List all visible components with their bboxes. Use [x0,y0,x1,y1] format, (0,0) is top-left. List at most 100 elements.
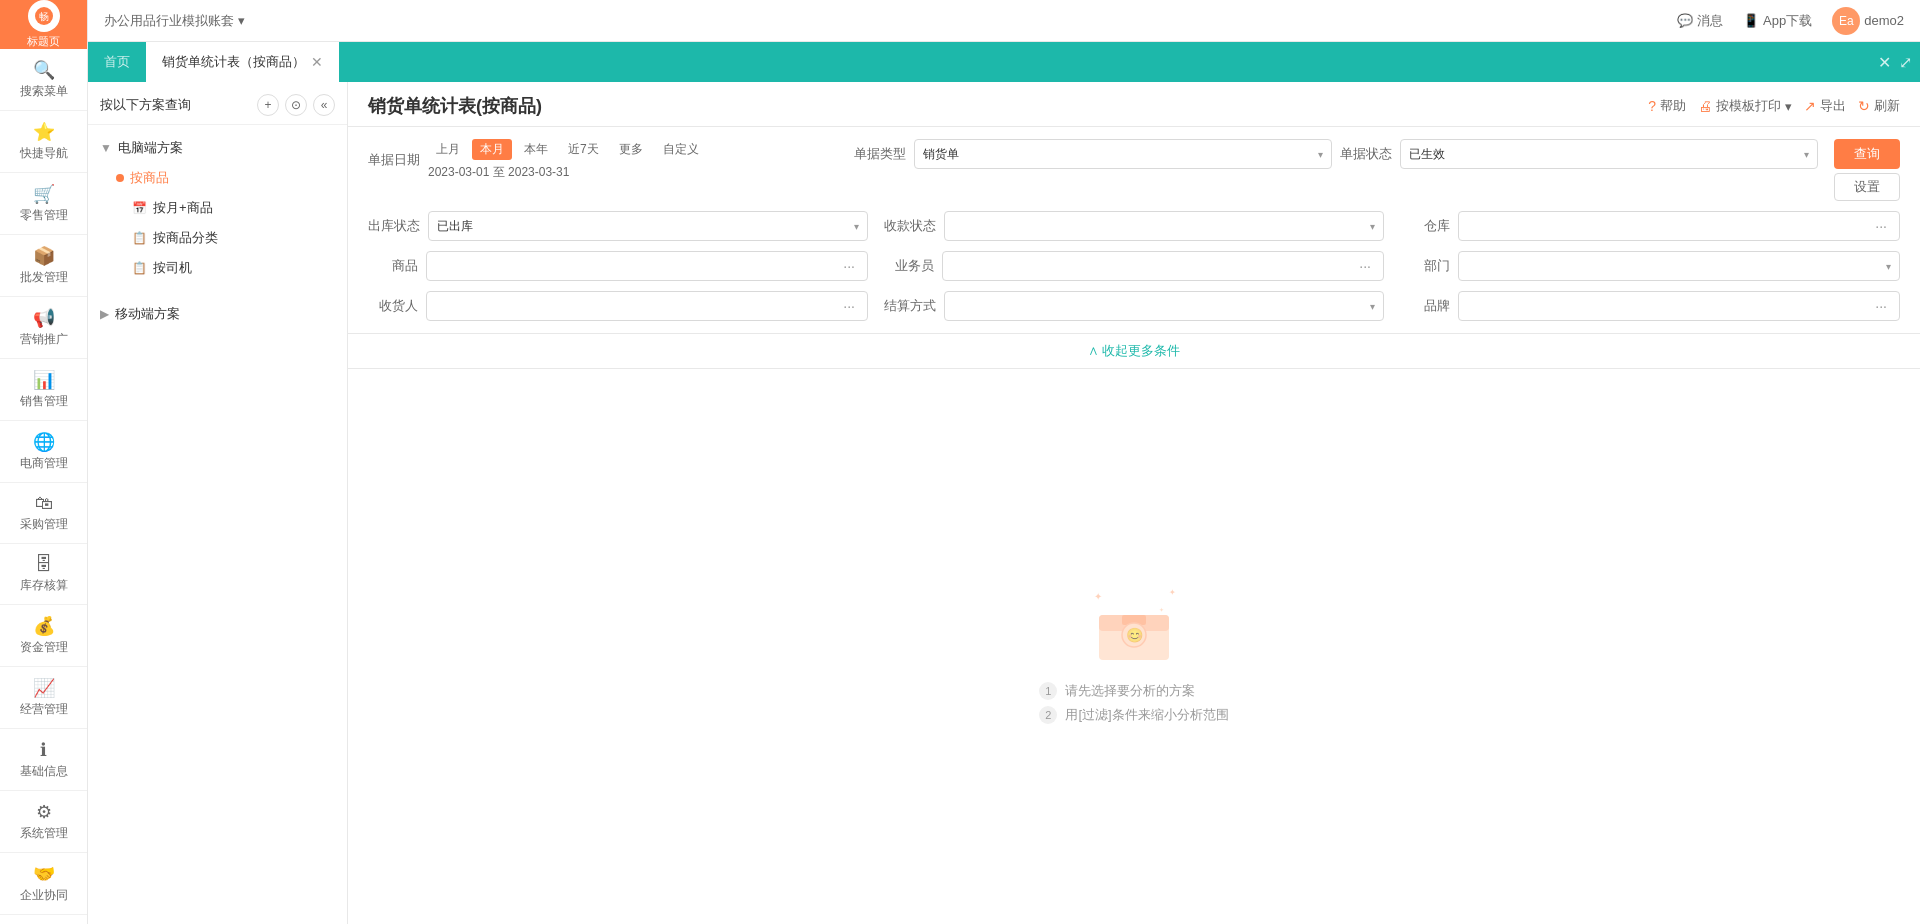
tree-mobile-label: 移动端方案 [115,305,180,323]
sidebar-item-enterprise-label: 企业协同 [20,888,68,902]
message-btn[interactable]: 💬 消息 [1677,12,1723,30]
sidebar-item-search-label: 搜索菜单 [20,84,68,98]
warehouse-input[interactable]: ··· [1458,211,1900,241]
filter-edit-btn[interactable]: ⊙ [285,94,307,116]
sidebar-item-shortcut[interactable]: ⭐ 快捷导航 [0,111,87,173]
user-profile[interactable]: Ea demo2 [1832,7,1904,35]
app-download-btn[interactable]: 📱 App下载 [1743,12,1812,30]
sidebar-item-guide[interactable]: 📋 新手引导 [0,915,87,924]
settlement-input[interactable]: ▾ [944,291,1384,321]
doc-status-value: 已生效 [1409,146,1804,163]
consignee-input[interactable]: ··· [426,291,868,321]
tree-item-mobile-parent[interactable]: ▶ 移动端方案 [88,299,347,329]
top-bar-right: 💬 消息 📱 App下载 Ea demo2 [1677,7,1904,35]
tree-item-by-driver[interactable]: 📋 按司机 [88,253,347,283]
sidebar-item-purchase-label: 采购管理 [20,517,68,531]
tab-home[interactable]: 首页 [88,42,146,82]
query-btn[interactable]: 查询 [1834,139,1900,169]
date-tab-more[interactable]: 更多 [611,139,651,160]
doc-status-input[interactable]: 已生效 ▾ [1400,139,1818,169]
tree-mobile-expand-icon: ▶ [100,307,109,321]
doc-status-label: 单据状态 [1340,145,1392,163]
sidebar-item-enterprise[interactable]: 🤝 企业协同 [0,853,87,915]
settings-btn[interactable]: 设置 [1834,173,1900,201]
message-label: 消息 [1697,12,1723,30]
salesperson-label: 业务员 [884,257,934,275]
filter-panel: 按以下方案查询 + ⊙ « ▼ 电脑端方案 [88,82,348,924]
username: demo2 [1864,13,1904,28]
brand-input[interactable]: ··· [1458,291,1900,321]
sidebar: 畅 标题页 🔍 搜索菜单 ⭐ 快捷导航 🛒 零售管理 📦 批发管理 📢 营销推广… [0,0,88,924]
department-input[interactable]: ▾ [1458,251,1900,281]
industry-selector[interactable]: 办公用品行业模拟账套 ▾ [104,12,245,30]
print-chevron-icon: ▾ [1785,99,1792,114]
svg-text:✦: ✦ [1094,591,1102,602]
sidebar-item-marketing[interactable]: 📢 营销推广 [0,297,87,359]
svg-text:✦: ✦ [1159,607,1164,613]
sidebar-item-purchase[interactable]: 🛍 采购管理 [0,483,87,544]
date-tab-7days[interactable]: 近7天 [560,139,607,160]
help-btn[interactable]: ? 帮助 [1648,97,1686,115]
sidebar-item-sales[interactable]: 📊 销售管理 [0,359,87,421]
collapse-bar[interactable]: ∧ 收起更多条件 [348,334,1920,369]
date-tab-this-year[interactable]: 本年 [516,139,556,160]
doc-type-input[interactable]: 销货单 ▾ [914,139,1332,169]
tab-close-icon[interactable]: ✕ [311,54,323,70]
salesperson-input[interactable]: ··· [942,251,1384,281]
payment-status-label: 收款状态 [884,217,936,235]
date-tab-last-month[interactable]: 上月 [428,139,468,160]
print-label: 按模板打印 [1716,97,1781,115]
goods-input[interactable]: ··· [426,251,868,281]
tab-report-label: 销货单统计表（按商品） [162,53,305,71]
tree-item-product-category[interactable]: 📋 按商品分类 [88,223,347,253]
sidebar-item-retail[interactable]: 🛒 零售管理 [0,173,87,235]
tab-report[interactable]: 销货单统计表（按商品） ✕ [146,42,339,82]
app-download-icon: 📱 [1743,13,1759,28]
brand-label: 品牌 [1400,297,1450,315]
tree-item-month-product[interactable]: 📅 按月+商品 [88,193,347,223]
svg-text:✦: ✦ [1169,588,1176,597]
warehouse-ellipsis-icon[interactable]: ··· [1871,218,1891,234]
tab-restore-icon[interactable]: ⤢ [1899,53,1912,72]
warehouse-status-input[interactable]: 已出库 ▾ [428,211,868,241]
sidebar-item-ecommerce[interactable]: 🌐 电商管理 [0,421,87,483]
sidebar-item-basic[interactable]: ℹ 基础信息 [0,729,87,791]
tree-expand-icon: ▼ [100,141,112,155]
filter-add-icon: + [264,98,271,112]
print-btn[interactable]: 🖨 按模板打印 ▾ [1698,97,1792,115]
filter-row-4: 收货人 ··· 结算方式 ▾ 品牌 [368,291,1900,321]
date-tab-this-month[interactable]: 本月 [472,139,512,160]
date-tab-custom[interactable]: 自定义 [655,139,707,160]
tab-close-all-icon[interactable]: ✕ [1878,53,1891,72]
sidebar-item-sales-label: 销售管理 [20,394,68,408]
tree-item-pc-parent[interactable]: ▼ 电脑端方案 [88,133,347,163]
refresh-btn[interactable]: ↻ 刷新 [1858,97,1900,115]
sidebar-item-finance[interactable]: 💰 资金管理 [0,605,87,667]
enterprise-icon: 🤝 [4,863,83,885]
sidebar-item-inventory[interactable]: 🗄 库存核算 [0,544,87,605]
export-btn[interactable]: ↗ 导出 [1804,97,1846,115]
filter-bar: 单据日期 上月 本月 本年 近7天 更多 自定义 2023-03-01 至 20… [348,127,1920,334]
sidebar-item-operations[interactable]: 📈 经营管理 [0,667,87,729]
payment-status-input[interactable]: ▾ [944,211,1384,241]
goods-ellipsis-icon[interactable]: ··· [839,258,859,274]
goods-field: 商品 ··· [368,251,868,281]
logo-icon: 畅 [28,0,60,32]
brand-field: 品牌 ··· [1400,291,1900,321]
brand-ellipsis-icon[interactable]: ··· [1871,298,1891,314]
tree-by-driver-label: 按司机 [153,259,192,277]
filter-collapse-btn[interactable]: « [313,94,335,116]
salesperson-ellipsis-icon[interactable]: ··· [1355,258,1375,274]
app-logo[interactable]: 畅 标题页 [0,0,88,49]
marketing-icon: 📢 [4,307,83,329]
consignee-ellipsis-icon[interactable]: ··· [839,298,859,314]
warehouse-status-value: 已出库 [437,218,854,235]
sidebar-item-wholesale[interactable]: 📦 批发管理 [0,235,87,297]
tree-by-product-label: 按商品 [130,169,169,187]
top-bar: 办公用品行业模拟账套 ▾ 💬 消息 📱 App下载 Ea demo2 [88,0,1920,42]
filter-add-btn[interactable]: + [257,94,279,116]
tree-item-by-product[interactable]: 按商品 [88,163,347,193]
sidebar-item-system[interactable]: ⚙ 系统管理 [0,791,87,853]
sidebar-item-search[interactable]: 🔍 搜索菜单 [0,49,87,111]
sidebar-item-marketing-label: 营销推广 [20,332,68,346]
